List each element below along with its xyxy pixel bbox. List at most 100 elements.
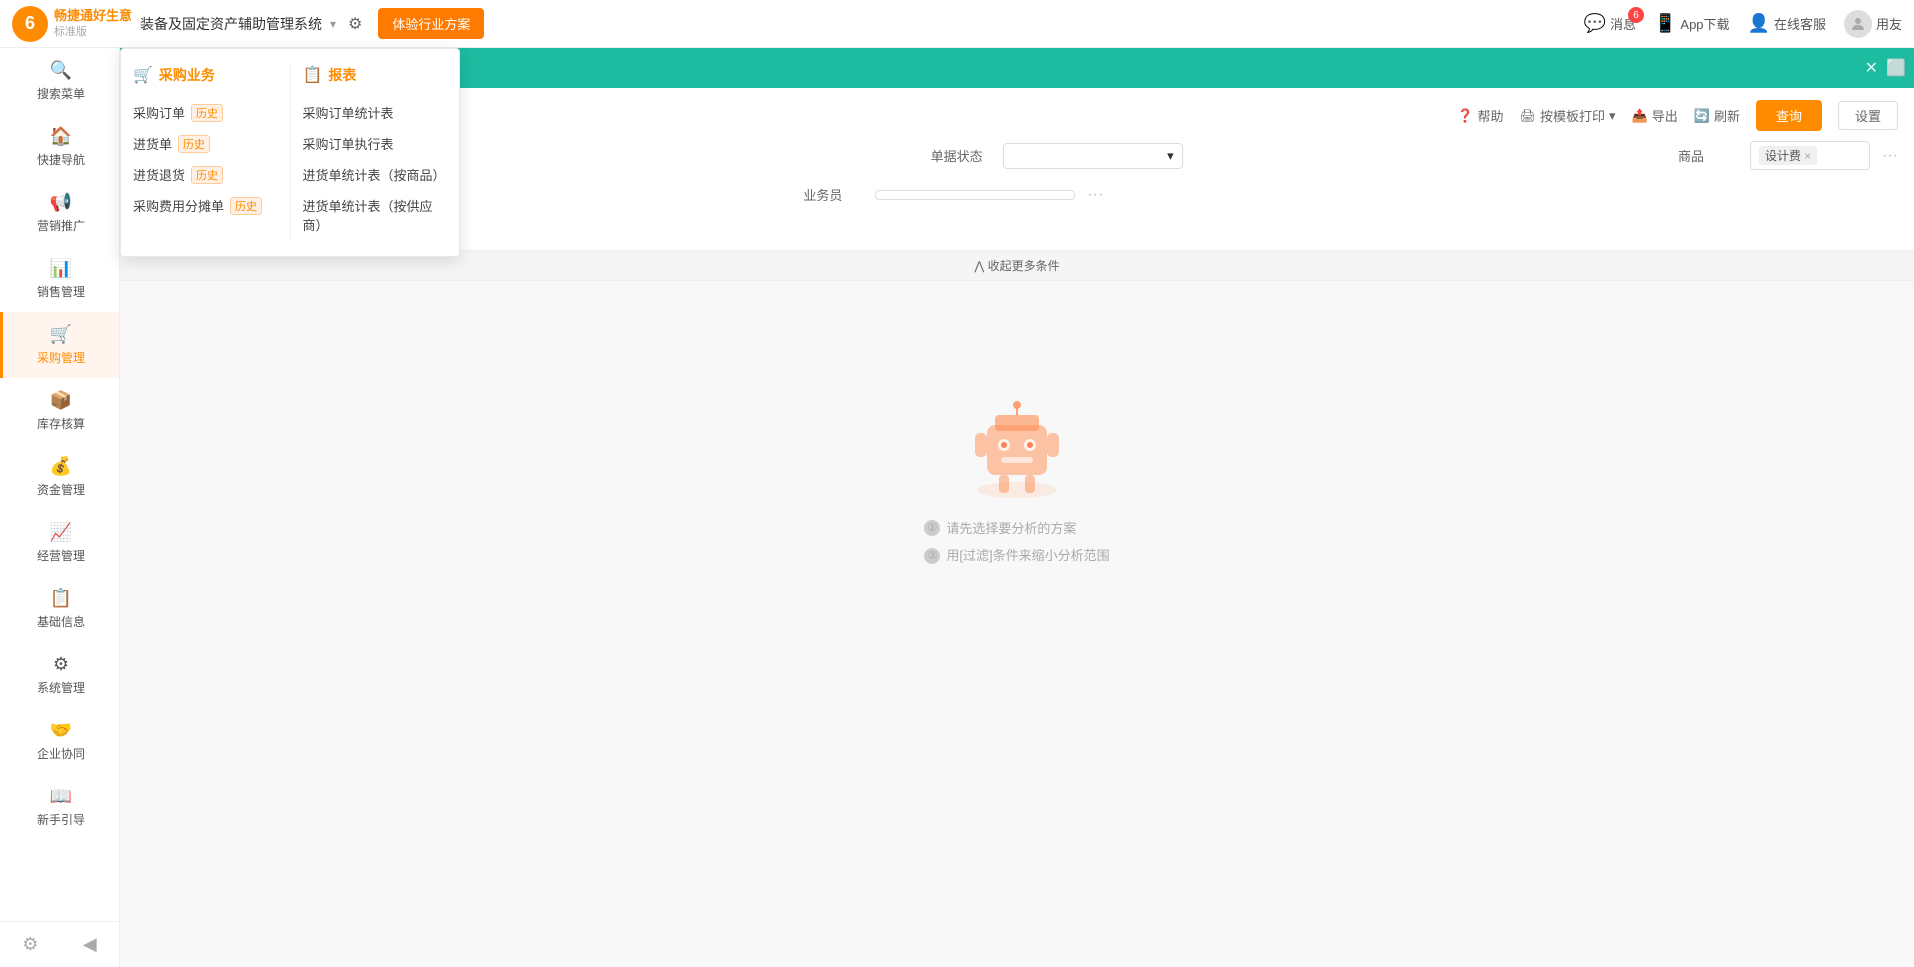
print-icon: 🖨 bbox=[1520, 108, 1537, 124]
menu-item-label: 进货单统计表（按商品） bbox=[303, 165, 446, 184]
sidebar-item-system[interactable]: ⚙ 系统管理 bbox=[0, 642, 119, 708]
industry-btn[interactable]: 体验行业方案 bbox=[378, 8, 484, 39]
menu-item-label: 采购费用分摊单 bbox=[133, 196, 224, 215]
sidebar-item-label: 基础信息 bbox=[37, 613, 85, 630]
sidebar-item-label: 搜索菜单 bbox=[37, 85, 85, 102]
purchase-icon: 🛒 bbox=[50, 324, 72, 345]
empty-hint-1: 请先选择要分析的方案 bbox=[946, 517, 1076, 540]
set-btn[interactable]: 设置 bbox=[1838, 101, 1898, 130]
menu-item-label: 采购订单统计表 bbox=[303, 103, 394, 122]
message-badge: 6 bbox=[1628, 7, 1644, 23]
home-icon: 🏠 bbox=[50, 126, 72, 147]
sidebar-item-guide[interactable]: 📖 新手引导 bbox=[0, 774, 119, 840]
menu-item-goods-return[interactable]: 进货退货 历史 bbox=[133, 159, 278, 190]
menu-item-label: 进货单统计表（按供应商） bbox=[303, 196, 448, 234]
sidebar-item-collab[interactable]: 🤝 企业协同 bbox=[0, 708, 119, 774]
empty-hint-2: 用[过滤]条件来缩小分析范围 bbox=[946, 544, 1109, 567]
system-icon: ⚙ bbox=[53, 654, 69, 675]
sidebar-item-marketing[interactable]: 📢 营销推广 bbox=[0, 180, 119, 246]
sidebar-item-basic[interactable]: 📋 基础信息 bbox=[0, 576, 119, 642]
dropdown-arrow-icon[interactable]: ▾ bbox=[330, 17, 336, 31]
menu-section-title-purchase: 🛒 采购业务 bbox=[133, 65, 278, 85]
tab-bar-actions: ✕ ⬜ bbox=[1865, 58, 1906, 78]
menu-item-goods-receipt[interactable]: 进货单 历史 bbox=[133, 128, 278, 159]
menu-item-po-exec[interactable]: 采购订单执行表 bbox=[303, 128, 448, 159]
sidebar-item-nav[interactable]: 🏠 快捷导航 bbox=[0, 114, 119, 180]
logo-text: 畅捷通好生意 标准版 bbox=[54, 8, 132, 39]
top-nav-right: 💬 消息 6 📱 App下载 👤 在线客服 用友 bbox=[1584, 10, 1902, 38]
empty-text: ① 请先选择要分析的方案 ② 用[过滤]条件来缩小分析范围 bbox=[924, 517, 1109, 568]
goods-tag-close-icon[interactable]: × bbox=[1804, 149, 1811, 163]
sidebar-item-label: 企业协同 bbox=[37, 745, 85, 762]
operation-icon: 📈 bbox=[50, 522, 72, 543]
sidebar-item-inventory[interactable]: 📦 库存核算 bbox=[0, 378, 119, 444]
sales-icon: 📊 bbox=[50, 258, 72, 279]
staff-dots-btn[interactable]: ··· bbox=[1087, 186, 1103, 204]
collab-icon: 🤝 bbox=[50, 720, 72, 741]
menu-item-label: 进货退货 bbox=[133, 165, 185, 184]
user-btn[interactable]: 用友 bbox=[1844, 10, 1902, 38]
help-icon: ❓ bbox=[1457, 108, 1473, 124]
sidebar-item-label: 销售管理 bbox=[37, 283, 85, 300]
app-download-label: App下载 bbox=[1680, 14, 1729, 33]
menu-item-receipt-by-goods[interactable]: 进货单统计表（按商品） bbox=[303, 159, 448, 190]
history-badge: 历史 bbox=[178, 135, 210, 153]
sidebar-item-purchase[interactable]: 🛒 采购管理 bbox=[0, 312, 119, 378]
sidebar-item-label: 库存核算 bbox=[37, 415, 85, 432]
refresh-btn[interactable]: 🔄 刷新 bbox=[1694, 106, 1740, 125]
menu-item-label: 采购订单 bbox=[133, 103, 185, 122]
menu-item-purchase-expense[interactable]: 采购费用分摊单 历史 bbox=[133, 190, 278, 221]
sidebar-item-sales[interactable]: 📊 销售管理 bbox=[0, 246, 119, 312]
sidebar-collapse-icon[interactable]: ◀ bbox=[83, 934, 97, 955]
sidebar-item-label: 资金管理 bbox=[37, 481, 85, 498]
sidebar-item-label: 快捷导航 bbox=[37, 151, 85, 168]
refresh-icon: 🔄 bbox=[1694, 108, 1710, 124]
purchase-section-icon: 🛒 bbox=[133, 65, 153, 85]
help-btn[interactable]: ❓ 帮助 bbox=[1457, 106, 1503, 125]
user-label: 用友 bbox=[1876, 14, 1902, 33]
logo-area: 6 畅捷通好生意 标准版 bbox=[12, 6, 132, 42]
dropdown-menu: 🛒 采购业务 采购订单 历史 进货单 历史 进货退货 历史 采购费用分摊单 历史 bbox=[120, 48, 460, 257]
menu-item-po-stat[interactable]: 采购订单统计表 bbox=[303, 97, 448, 128]
print-btn[interactable]: 🖨 按模板打印 ▾ bbox=[1520, 106, 1616, 125]
empty-illustration bbox=[957, 395, 1077, 505]
avatar bbox=[1844, 10, 1872, 38]
staff-label: 业务员 bbox=[803, 185, 863, 204]
menu-section-title-report: 📋 报表 bbox=[303, 65, 448, 85]
menu-item-receipt-by-supplier[interactable]: 进货单统计表（按供应商） bbox=[303, 190, 448, 240]
goods-tag: 设计费 × bbox=[1759, 146, 1817, 165]
goods-label: 商品 bbox=[1678, 146, 1738, 165]
sidebar-item-label: 系统管理 bbox=[37, 679, 85, 696]
settings-icon[interactable]: ⚙ bbox=[348, 14, 362, 34]
search-menu-icon: 🔍 bbox=[50, 60, 72, 81]
dropdown-overlay: 🛒 采购业务 采购订单 历史 进货单 历史 进货退货 历史 采购费用分摊单 历史 bbox=[120, 48, 460, 257]
menu-item-label: 进货单 bbox=[133, 134, 172, 153]
sidebar-item-operation[interactable]: 📈 经营管理 bbox=[0, 510, 119, 576]
tab-close-window-icon[interactable]: ✕ bbox=[1865, 58, 1878, 78]
sidebar-item-label: 新手引导 bbox=[37, 811, 85, 828]
app-download-btn[interactable]: 📱 App下载 bbox=[1654, 13, 1730, 34]
guide-icon: 📖 bbox=[50, 786, 72, 807]
status-label: 单据状态 bbox=[931, 146, 991, 165]
finance-icon: 💰 bbox=[50, 456, 72, 477]
message-btn[interactable]: 💬 消息 6 bbox=[1584, 13, 1636, 34]
query-btn[interactable]: 查询 bbox=[1756, 100, 1822, 131]
sidebar-item-label: 采购管理 bbox=[37, 349, 85, 366]
history-badge: 历史 bbox=[191, 104, 223, 122]
goods-dots-btn[interactable]: ··· bbox=[1882, 147, 1898, 165]
online-service-btn[interactable]: 👤 在线客服 bbox=[1748, 13, 1826, 34]
staff-field[interactable] bbox=[875, 190, 1075, 200]
history-badge: 历史 bbox=[191, 166, 223, 184]
sidebar-item-search[interactable]: 🔍 搜索菜单 bbox=[0, 48, 119, 114]
menu-item-purchase-order[interactable]: 采购订单 历史 bbox=[133, 97, 278, 128]
sidebar: 🔍 搜索菜单 🏠 快捷导航 📢 营销推广 📊 销售管理 🛒 采购管理 📦 库存核… bbox=[0, 48, 120, 967]
export-btn[interactable]: 📤 导出 bbox=[1632, 106, 1678, 125]
system-name: 装备及固定资产辅助管理系统 bbox=[140, 14, 322, 34]
print-dropdown-icon[interactable]: ▾ bbox=[1609, 108, 1616, 124]
goods-field[interactable]: 设计费 × bbox=[1750, 141, 1870, 170]
tab-maximize-icon[interactable]: ⬜ bbox=[1886, 58, 1906, 78]
status-select[interactable]: ▾ bbox=[1003, 143, 1183, 169]
sidebar-item-finance[interactable]: 💰 资金管理 bbox=[0, 444, 119, 510]
sidebar-settings-icon[interactable]: ⚙ bbox=[22, 934, 38, 955]
marketing-icon: 📢 bbox=[50, 192, 72, 213]
